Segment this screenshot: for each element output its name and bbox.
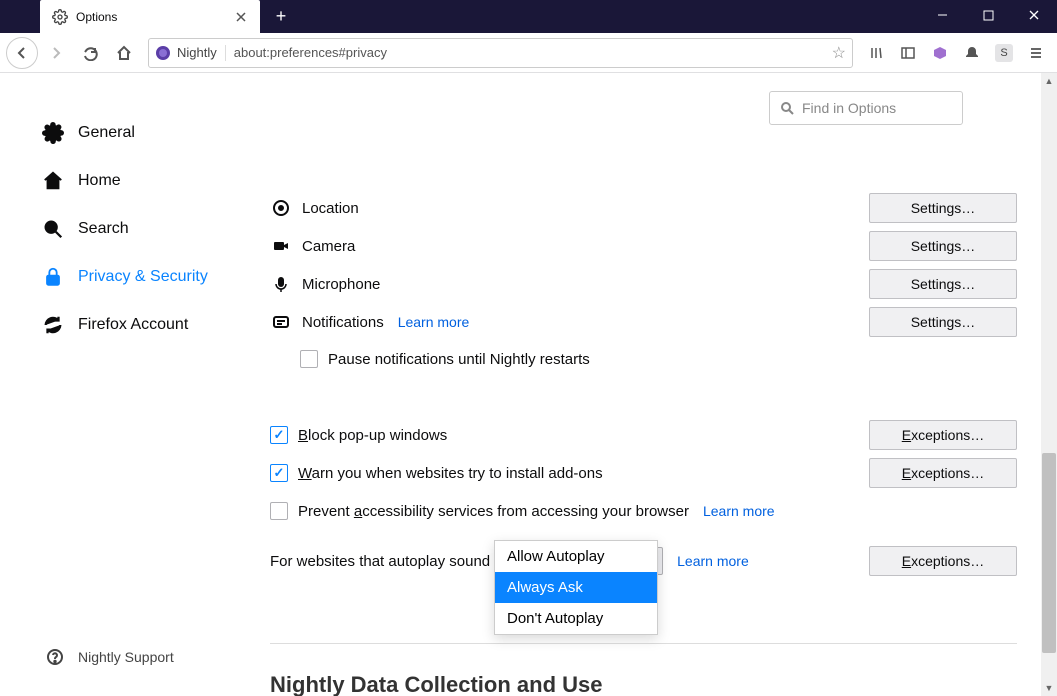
location-settings-button[interactable]: Settings… [869, 193, 1017, 223]
permission-label: Camera [302, 238, 355, 255]
dropdown-option-allow[interactable]: Allow Autoplay [495, 541, 657, 572]
dropdown-option-dont[interactable]: Don't Autoplay [495, 603, 657, 634]
identity-label: Nightly [177, 45, 217, 60]
sidebar-icon[interactable] [893, 38, 923, 68]
sidebar-item-privacy[interactable]: Privacy & Security [42, 253, 240, 301]
dropdown-option-always-ask[interactable]: Always Ask [495, 572, 657, 603]
library-icon[interactable] [861, 38, 891, 68]
sidebar-item-label: Privacy & Security [78, 268, 208, 286]
checkbox-label: Pause notifications until Nightly restar… [328, 351, 590, 368]
box-icon[interactable] [925, 38, 955, 68]
prevent-a11y-checkbox[interactable] [270, 502, 288, 520]
gear-icon [52, 9, 68, 25]
search-placeholder: Find in Options [802, 100, 896, 116]
sidebar-item-label: Search [78, 220, 129, 238]
new-tab-button[interactable]: + [266, 1, 296, 31]
permission-location: Location Settings… [270, 189, 1017, 227]
checkbox-label: Block pop-up windows [298, 427, 447, 444]
autoplay-learn-more-link[interactable]: Learn more [677, 553, 749, 569]
permission-microphone: Microphone Settings… [270, 265, 1017, 303]
autoplay-label: For websites that autoplay sound [270, 553, 490, 570]
options-search[interactable]: Find in Options [769, 91, 963, 125]
addons-exceptions-button[interactable]: Exceptions… [869, 458, 1017, 488]
checkbox-label: Warn you when websites try to install ad… [298, 465, 603, 482]
url-text: about:preferences#privacy [234, 45, 824, 60]
browser-tab[interactable]: Options [40, 0, 260, 33]
nav-toolbar: Nightly about:preferences#privacy ☆ S [0, 33, 1057, 73]
reload-button[interactable] [74, 37, 106, 69]
help-icon [46, 648, 64, 666]
warn-addons-checkbox[interactable] [270, 464, 288, 482]
support-label: Nightly Support [78, 649, 174, 665]
menu-button[interactable] [1021, 38, 1051, 68]
search-icon [780, 101, 794, 115]
forward-button[interactable] [40, 37, 72, 69]
scroll-thumb[interactable] [1042, 453, 1056, 653]
url-bar[interactable]: Nightly about:preferences#privacy ☆ [148, 38, 853, 68]
sidebar-item-account[interactable]: Firefox Account [42, 301, 240, 349]
notifications-learn-more-link[interactable]: Learn more [398, 314, 470, 330]
permission-label: Microphone [302, 276, 380, 293]
block-popups-row: Block pop-up windows Exceptions… [270, 417, 1017, 453]
maximize-button[interactable] [965, 0, 1011, 30]
a11y-learn-more-link[interactable]: Learn more [703, 503, 775, 519]
pause-notifications-checkbox[interactable] [300, 350, 318, 368]
sidebar-item-label: Firefox Account [78, 316, 188, 334]
microphone-settings-button[interactable]: Settings… [869, 269, 1017, 299]
bell-icon[interactable] [957, 38, 987, 68]
camera-icon [270, 237, 292, 255]
bookmark-star-icon[interactable]: ☆ [832, 43, 846, 63]
tab-title: Options [76, 10, 224, 24]
checkbox-label: Prevent accessibility services from acce… [298, 503, 689, 520]
back-button[interactable] [6, 37, 38, 69]
microphone-icon [270, 275, 292, 293]
minimize-button[interactable] [919, 0, 965, 30]
prevent-a11y-row: Prevent accessibility services from acce… [270, 493, 1017, 529]
sidebar-item-search[interactable]: Search [42, 205, 240, 253]
permission-label: Notifications [302, 314, 384, 331]
sidebar-item-general[interactable]: General [42, 109, 240, 157]
close-icon[interactable] [232, 8, 250, 26]
pause-notifications-row: Pause notifications until Nightly restar… [300, 341, 1017, 377]
permission-camera: Camera Settings… [270, 227, 1017, 265]
block-popups-checkbox[interactable] [270, 426, 288, 444]
scroll-down-icon[interactable]: ▼ [1041, 680, 1057, 696]
warn-addons-row: Warn you when websites try to install ad… [270, 455, 1017, 491]
home-button[interactable] [108, 37, 140, 69]
titlebar: Options + [0, 0, 1057, 33]
location-icon [270, 199, 292, 217]
popups-exceptions-button[interactable]: Exceptions… [869, 420, 1017, 450]
sidebar-item-label: Home [78, 172, 121, 190]
sidebar-item-label: General [78, 124, 135, 142]
window-controls [919, 0, 1057, 30]
camera-settings-button[interactable]: Settings… [869, 231, 1017, 261]
autoplay-exceptions-button[interactable]: Exceptions… [869, 546, 1017, 576]
sidebar: General Home Search Privacy & Security F… [0, 73, 250, 696]
identity-box[interactable]: Nightly [155, 45, 226, 61]
scroll-up-icon[interactable]: ▲ [1041, 73, 1057, 89]
nightly-icon [155, 45, 171, 61]
nightly-support-link[interactable]: Nightly Support [46, 648, 174, 666]
sidebar-item-home[interactable]: Home [42, 157, 240, 205]
permission-notifications: Notifications Learn more Settings… [270, 303, 1017, 341]
notifications-settings-button[interactable]: Settings… [869, 307, 1017, 337]
scrollbar[interactable]: ▲ ▼ [1041, 73, 1057, 696]
close-window-button[interactable] [1011, 0, 1057, 30]
permission-label: Location [302, 200, 359, 217]
autoplay-dropdown-menu[interactable]: Allow Autoplay Always Ask Don't Autoplay [494, 540, 658, 635]
notification-icon [270, 313, 292, 331]
profile-button[interactable]: S [989, 38, 1019, 68]
data-collection-heading: Nightly Data Collection and Use [270, 643, 1017, 696]
